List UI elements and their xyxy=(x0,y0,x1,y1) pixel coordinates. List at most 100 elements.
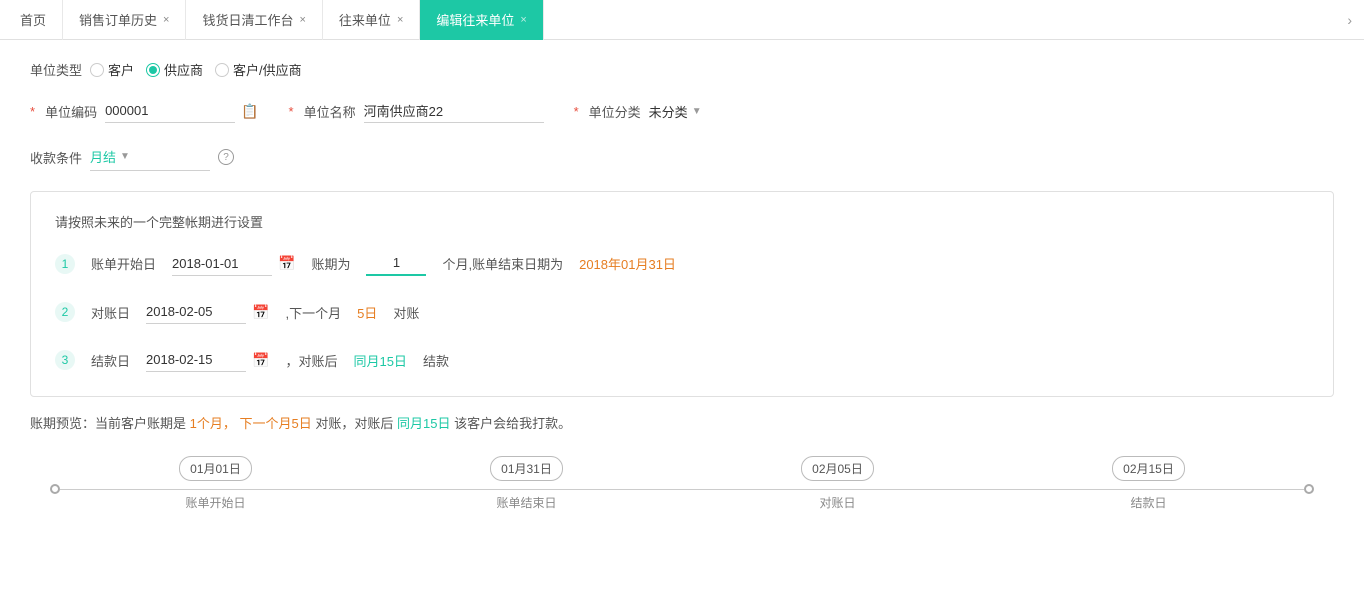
period-settings-box: 请按照未来的一个完整帐期进行设置 1 账单开始日 📅 账期为 个月,账单结束日期… xyxy=(30,191,1334,397)
unit-info-row: * 单位编码 📋 * 单位名称 * 单位分类 未分类 ▼ xyxy=(30,99,1334,123)
period-num-2: 2 xyxy=(55,302,75,322)
preview-part3: 对账，对账后 xyxy=(315,416,393,431)
radio-both[interactable]: 客户/供应商 xyxy=(215,60,302,79)
period-date-2-wrapper: 📅 xyxy=(146,300,269,324)
preview-part2: 下一个月5日 xyxy=(240,416,312,431)
period-num-1: 1 xyxy=(55,254,75,274)
timeline-node-1: 01月01日 账单开始日 xyxy=(60,452,371,511)
period-date-1-wrapper: 📅 xyxy=(172,252,295,276)
period-hint-3b: 结款 xyxy=(423,351,449,370)
unit-category-select[interactable]: 未分类 ▼ xyxy=(649,102,749,121)
required-star-name: * xyxy=(289,104,294,119)
timeline-label-4: 结款日 xyxy=(1130,494,1166,511)
close-icon[interactable]: × xyxy=(163,14,169,26)
period-date-1-input[interactable] xyxy=(172,252,272,276)
unit-type-label: 单位类型 xyxy=(30,60,82,79)
timeline-node-4: 02月15日 结款日 xyxy=(993,452,1304,511)
period-end-date: 2018年01月31日 xyxy=(579,254,676,273)
timeline-container: 01月01日 账单开始日 01月31日 账单结束日 02月05日 对账日 02月… xyxy=(30,452,1334,511)
preview-part5: 该客户会给我打款。 xyxy=(454,416,571,431)
timeline-date-4: 02月15日 xyxy=(1112,456,1185,481)
tabs-bar: 首页 销售订单历史 × 钱货日清工作台 × 往来单位 × 编辑往来单位 × › xyxy=(0,0,1364,40)
period-row-2: 2 对账日 📅 ,下一个月 5日 对账 xyxy=(55,300,1309,324)
calendar-icon-1[interactable]: 📅 xyxy=(278,255,295,272)
unit-code-input-wrapper: 📋 xyxy=(105,99,258,123)
preview-part1: 1个月， xyxy=(190,416,236,431)
radio-supplier[interactable]: 供应商 xyxy=(146,60,203,79)
period-unit-label: 个月,账单结束日期为 xyxy=(442,254,563,273)
unit-code-input[interactable] xyxy=(105,99,235,123)
unit-code-field: * 单位编码 📋 xyxy=(30,99,259,123)
tab-cash-daily[interactable]: 钱货日清工作台 × xyxy=(186,0,322,40)
timeline-label-1: 账单开始日 xyxy=(185,494,245,511)
radio-customer-label: 客户 xyxy=(108,60,134,79)
required-star-cat: * xyxy=(574,104,579,119)
unit-type-field: 单位类型 客户 供应商 客户/供应商 xyxy=(30,60,302,79)
radio-customer-circle xyxy=(90,63,104,77)
period-date-2-input[interactable] xyxy=(146,300,246,324)
timeline-date-1: 01月01日 xyxy=(179,456,252,481)
required-star-code: * xyxy=(30,104,35,119)
radio-supplier-label: 供应商 xyxy=(164,60,203,79)
close-icon[interactable]: × xyxy=(397,14,403,26)
period-label-3: 结款日 xyxy=(91,351,130,370)
tab-sales-order-history[interactable]: 销售订单历史 × xyxy=(63,0,186,40)
tab-home[interactable]: 首页 xyxy=(0,0,63,40)
unit-name-input[interactable] xyxy=(364,99,544,123)
tab-counterpart[interactable]: 往来单位 × xyxy=(323,0,420,40)
preview-part4: 同月15日 xyxy=(397,416,450,431)
radio-supplier-circle xyxy=(146,63,160,77)
period-hint-3a: ，对账后 xyxy=(285,351,337,370)
preview-section: 账期预览：当前客户账期是 1个月， 下一个月5日 对账，对账后 同月15日 该客… xyxy=(30,413,1334,432)
payment-terms-label: 收款条件 xyxy=(30,148,82,167)
period-label-1: 账单开始日 xyxy=(91,254,156,273)
period-hint-2a: ,下一个月 xyxy=(285,303,341,322)
unit-name-field: * 单位名称 xyxy=(289,99,544,123)
period-for-label: 账期为 xyxy=(311,254,350,273)
close-icon[interactable]: × xyxy=(520,14,526,26)
period-date-3-input[interactable] xyxy=(146,348,246,372)
period-hint-2b: 对账 xyxy=(393,303,419,322)
timeline-label-3: 对账日 xyxy=(819,494,855,511)
help-icon[interactable]: ? xyxy=(218,149,234,165)
preview-prefix: 账期预览：当前客户账期是 xyxy=(30,416,186,431)
period-row-3: 3 结款日 📅 ，对账后 同月15日 结款 xyxy=(55,348,1309,372)
main-content: 单位类型 客户 供应商 客户/供应商 * 单位编码 xyxy=(0,40,1364,608)
timeline-label-2: 账单结束日 xyxy=(496,494,556,511)
period-months-input[interactable] xyxy=(366,251,426,276)
tab-edit-counterpart[interactable]: 编辑往来单位 × xyxy=(420,0,543,40)
tab-sales-label: 销售订单历史 xyxy=(79,10,157,29)
period-label-2: 对账日 xyxy=(91,303,130,322)
unit-category-value: 未分类 xyxy=(649,102,688,121)
unit-name-label: 单位名称 xyxy=(304,102,356,121)
unit-code-label: 单位编码 xyxy=(45,102,97,121)
tab-expand-icon[interactable]: › xyxy=(1335,12,1364,28)
tab-edit-label: 编辑往来单位 xyxy=(436,10,514,29)
radio-both-circle xyxy=(215,63,229,77)
timeline-date-2: 01月31日 xyxy=(490,456,563,481)
unit-category-label: 单位分类 xyxy=(589,102,641,121)
timeline-date-3: 02月05日 xyxy=(801,456,874,481)
radio-customer[interactable]: 客户 xyxy=(90,60,134,79)
tab-counterpart-label: 往来单位 xyxy=(339,10,391,29)
payment-terms-row: 收款条件 月结 ▼ ? xyxy=(30,143,1334,171)
timeline-start-dot xyxy=(50,452,60,494)
chevron-down-icon: ▼ xyxy=(692,106,702,117)
timeline-end-dot xyxy=(1304,452,1314,494)
unit-code-icon[interactable]: 📋 xyxy=(241,103,258,120)
payment-chevron-icon: ▼ xyxy=(120,151,130,162)
period-date-3-wrapper: 📅 xyxy=(146,348,269,372)
unit-category-field: * 单位分类 未分类 ▼ xyxy=(574,102,749,121)
close-icon[interactable]: × xyxy=(299,14,305,26)
period-row-1: 1 账单开始日 📅 账期为 个月,账单结束日期为 2018年01月31日 xyxy=(55,251,1309,276)
period-highlight-2: 5日 xyxy=(357,303,377,322)
timeline-node-2: 01月31日 账单结束日 xyxy=(371,452,682,511)
calendar-icon-2[interactable]: 📅 xyxy=(252,304,269,321)
payment-terms-select[interactable]: 月结 ▼ xyxy=(90,143,210,171)
period-num-3: 3 xyxy=(55,350,75,370)
payment-terms-value: 月结 xyxy=(90,147,116,166)
calendar-icon-3[interactable]: 📅 xyxy=(252,352,269,369)
payment-terms-field: 收款条件 月结 ▼ ? xyxy=(30,143,234,171)
period-box-title: 请按照未来的一个完整帐期进行设置 xyxy=(55,212,1309,231)
radio-both-label: 客户/供应商 xyxy=(233,60,302,79)
